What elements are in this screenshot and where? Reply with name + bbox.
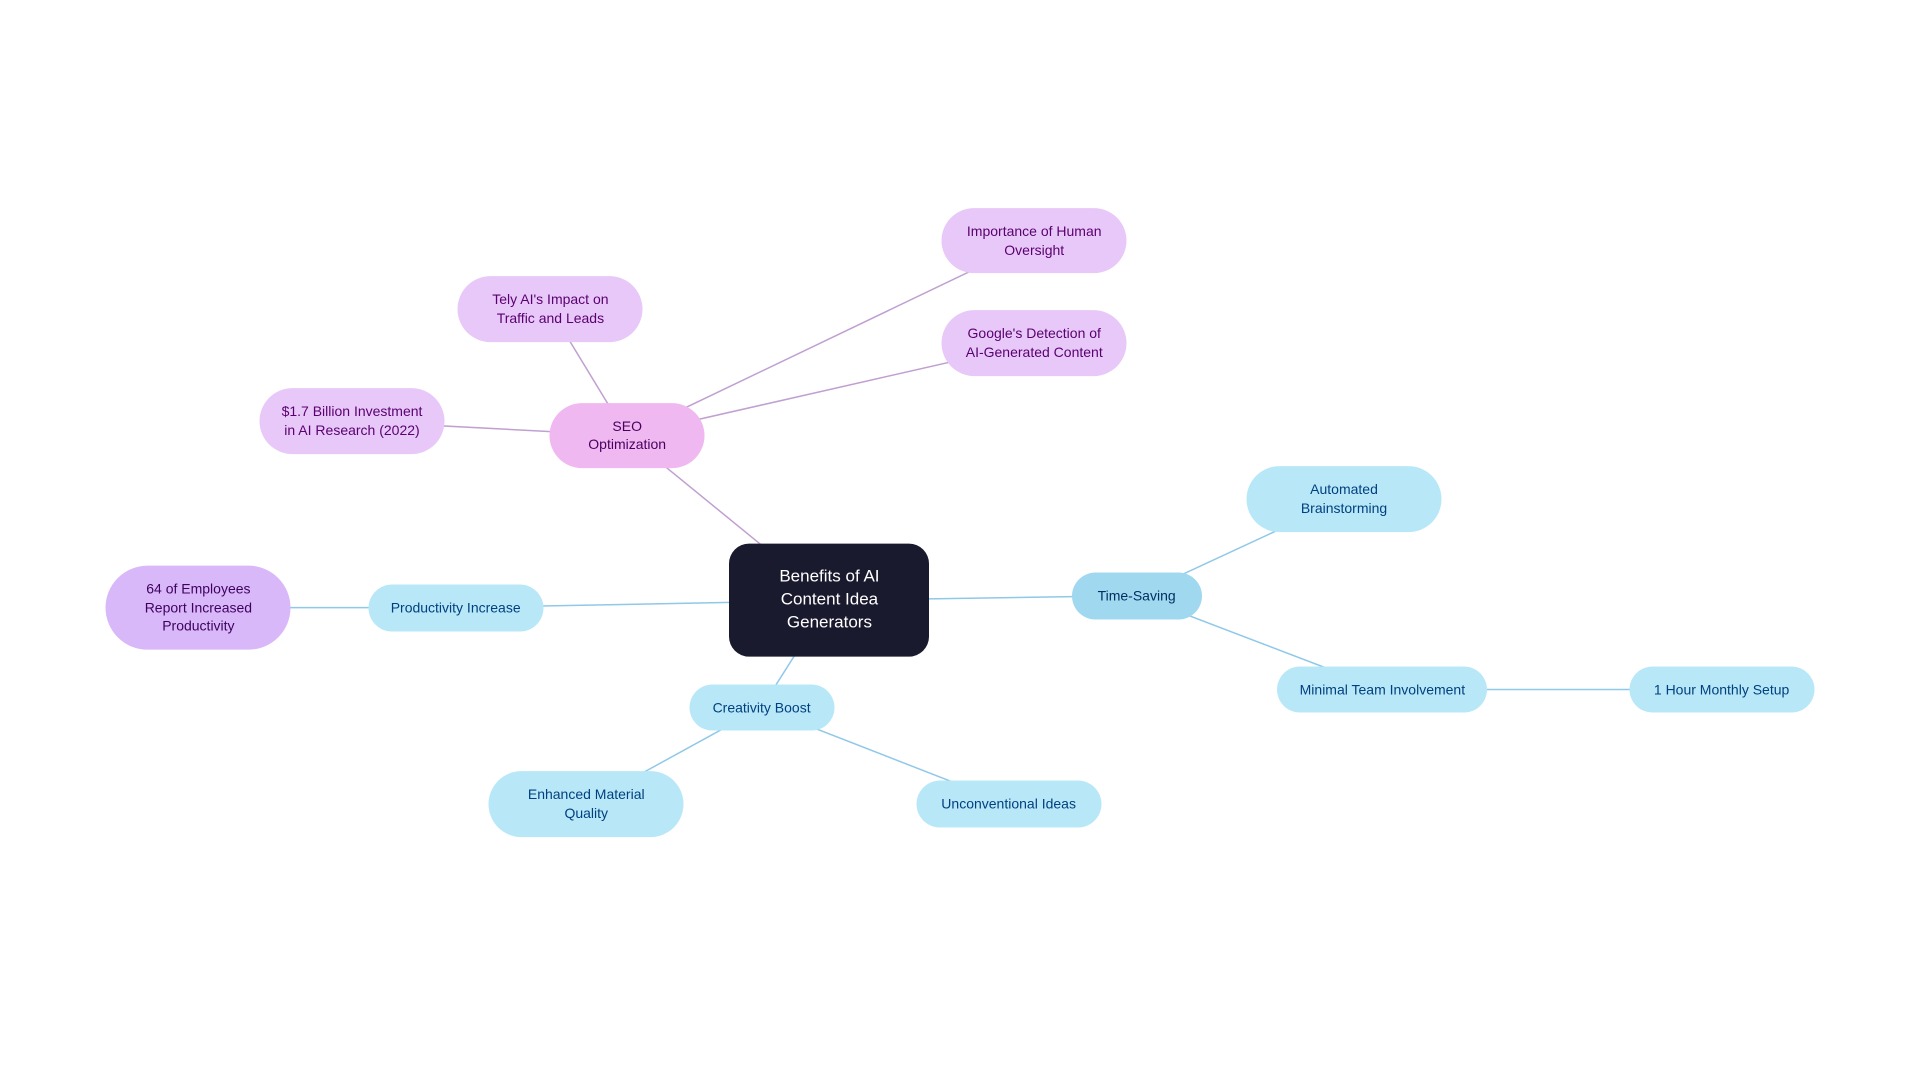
node-unconventional_ideas: Unconventional Ideas bbox=[916, 780, 1101, 827]
node-automated_brainstorming: Automated Brainstorming bbox=[1247, 466, 1442, 532]
node-investment: $1.7 Billion Investment in AI Research (… bbox=[260, 388, 445, 454]
node-seo_optimization: SEO Optimization bbox=[550, 403, 705, 469]
node-enhanced_material: Enhanced Material Quality bbox=[489, 771, 684, 837]
mind-map-container: Benefits of AI Content Idea Generators SE… bbox=[0, 0, 1920, 1083]
node-productivity_increase: Productivity Increase bbox=[368, 584, 543, 631]
node-creativity_boost: Creativity Boost bbox=[689, 684, 834, 731]
node-tely_ai_impact: Tely AI's Impact on Traffic and Leads bbox=[458, 276, 643, 342]
connections-svg bbox=[0, 0, 1920, 1083]
node-center: Benefits of AI Content Idea Generators bbox=[729, 544, 929, 657]
node-minimal_team: Minimal Team Involvement bbox=[1277, 666, 1487, 713]
node-time_saving: Time-Saving bbox=[1072, 572, 1202, 619]
node-hour_monthly: 1 Hour Monthly Setup bbox=[1629, 666, 1814, 713]
node-google_detection: Google's Detection of AI-Generated Conte… bbox=[942, 310, 1127, 376]
node-importance_human_oversight: Importance of Human Oversight bbox=[942, 208, 1127, 274]
node-employees_report: 64 of Employees Report Increased Product… bbox=[106, 565, 291, 650]
